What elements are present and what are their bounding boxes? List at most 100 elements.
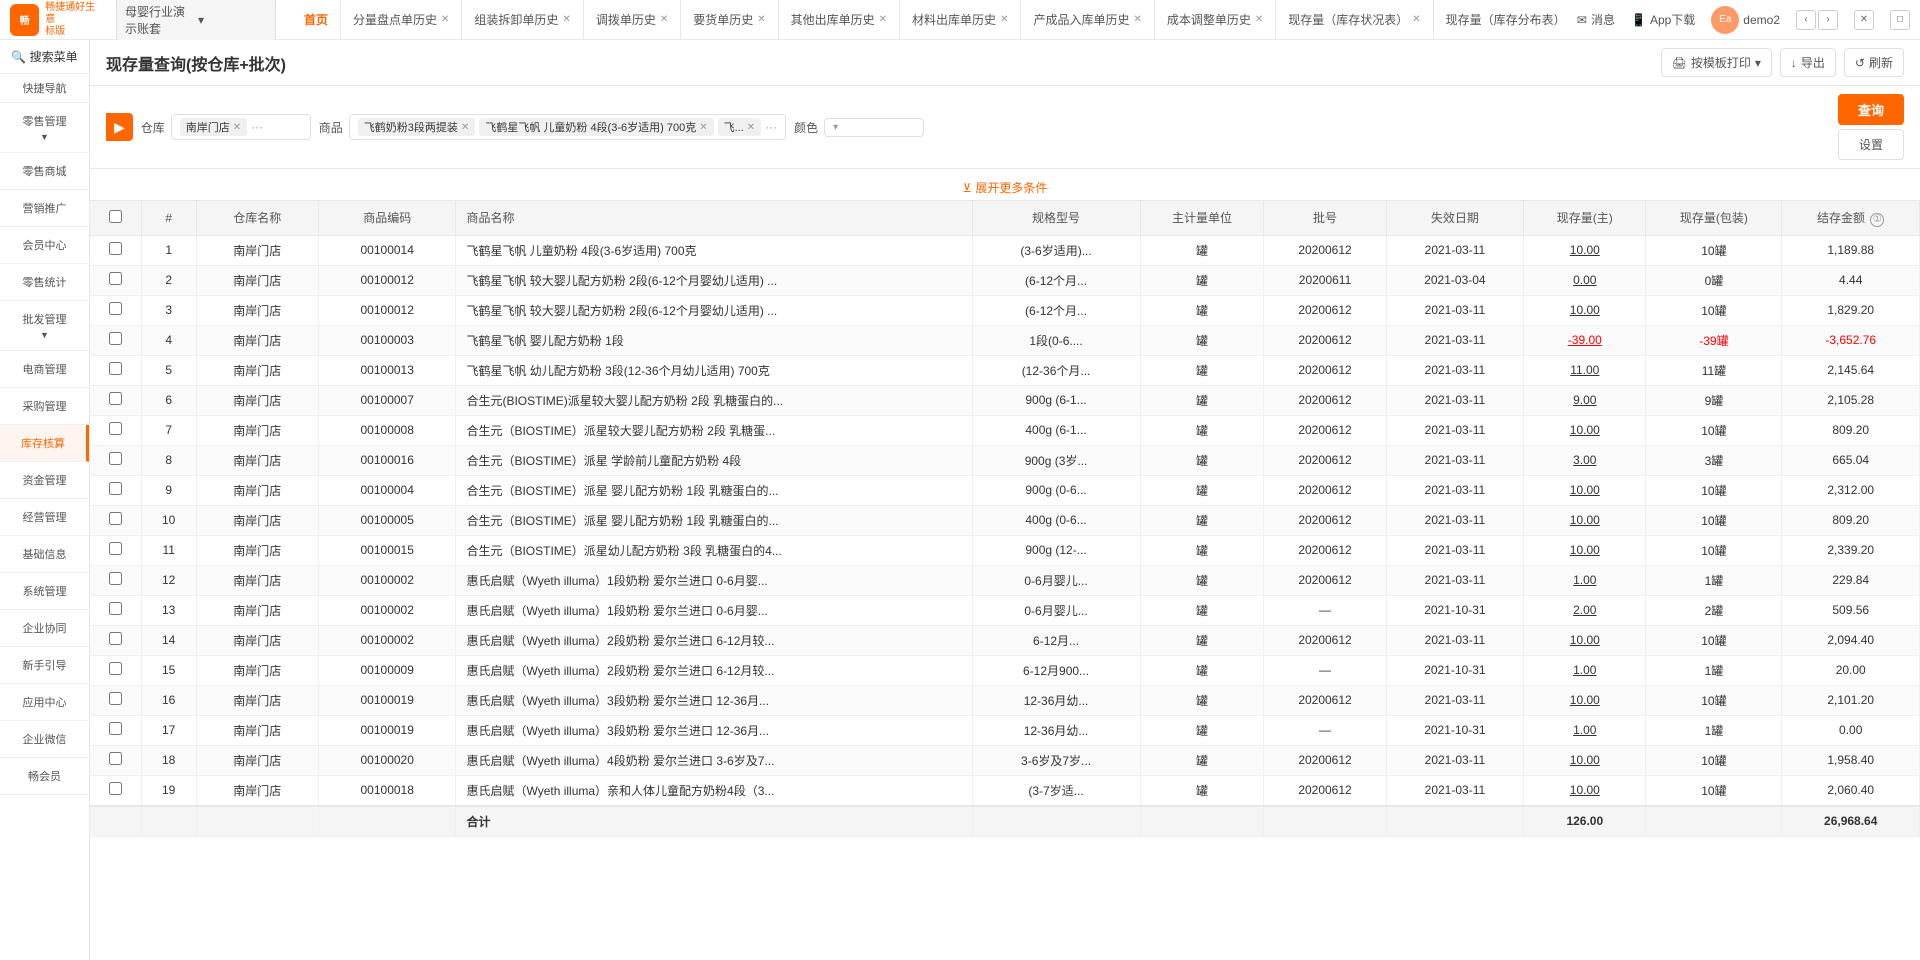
sidebar-item-批发管理[interactable]: 批发管理▼ xyxy=(0,301,89,351)
cell-qty-main[interactable]: 10.00 xyxy=(1524,295,1646,325)
product-tag-2-close[interactable]: ✕ xyxy=(699,122,707,133)
color-filter-input[interactable]: ▾ xyxy=(824,118,924,137)
prev-arrow-btn[interactable]: ‹ xyxy=(1796,10,1816,30)
tab-close-btn[interactable]: ✕ xyxy=(757,14,765,25)
sidebar-item-会员中心[interactable]: 会员中心 xyxy=(0,227,89,264)
cell-qty-main[interactable]: 10.00 xyxy=(1524,505,1646,535)
sidebar-item-电商管理[interactable]: 电商管理 xyxy=(0,351,89,388)
cell-checkbox[interactable] xyxy=(90,625,141,655)
cell-checkbox[interactable] xyxy=(90,655,141,685)
balance-info-icon[interactable]: ① xyxy=(1870,213,1884,227)
sidebar-search[interactable]: 🔍 搜索菜单 xyxy=(0,40,89,74)
sidebar-item-库存核算[interactable]: 库存核算 xyxy=(0,425,89,462)
cell-qty-main[interactable]: 0.00 xyxy=(1524,265,1646,295)
sidebar-item-畅会员[interactable]: 畅会员 xyxy=(0,758,89,795)
sidebar-item-企业协同[interactable]: 企业协同 xyxy=(0,610,89,647)
select-all-checkbox[interactable] xyxy=(109,210,122,223)
cell-checkbox[interactable] xyxy=(90,385,141,415)
product-tag-1-close[interactable]: ✕ xyxy=(461,122,469,133)
next-arrow-btn[interactable]: › xyxy=(1818,10,1838,30)
sidebar-item-零售统计[interactable]: 零售统计 xyxy=(0,264,89,301)
sidebar-item-资金管理[interactable]: 资金管理 xyxy=(0,462,89,499)
cell-checkbox[interactable] xyxy=(90,565,141,595)
sidebar-item-零售商城[interactable]: 零售商城 xyxy=(0,153,89,190)
top-tab-要货单历史[interactable]: 要货单历史✕ xyxy=(681,0,778,40)
cell-qty-main[interactable]: 11.00 xyxy=(1524,355,1646,385)
sidebar-item-采购管理[interactable]: 采购管理 xyxy=(0,388,89,425)
top-tab-其他出库单历史[interactable]: 其他出库单历史✕ xyxy=(779,0,900,40)
warehouse-filter-tags[interactable]: 南岸门店 ✕ ··· xyxy=(171,114,311,140)
tab-close-btn[interactable]: ✕ xyxy=(879,14,887,25)
settings-button[interactable]: 设置 xyxy=(1838,129,1904,160)
top-tab-分量盘点单历史[interactable]: 分量盘点单历史✕ xyxy=(341,0,462,40)
warehouse-tag-close[interactable]: ✕ xyxy=(233,122,241,133)
cell-qty-main[interactable]: 2.00 xyxy=(1524,595,1646,625)
cell-qty-main[interactable]: 10.00 xyxy=(1524,535,1646,565)
cell-checkbox[interactable] xyxy=(90,235,141,265)
sidebar-item-企业微信[interactable]: 企业微信 xyxy=(0,721,89,758)
tab-close-btn[interactable]: ✕ xyxy=(1412,14,1420,25)
cell-qty-main[interactable]: 1.00 xyxy=(1524,715,1646,745)
cell-qty-main[interactable]: 10.00 xyxy=(1524,415,1646,445)
tab-close-btn[interactable]: ✕ xyxy=(1133,14,1141,25)
cell-qty-main[interactable]: 9.00 xyxy=(1524,385,1646,415)
cell-qty-main[interactable]: -39.00 xyxy=(1524,325,1646,355)
sidebar-item-营销推广[interactable]: 营销推广 xyxy=(0,190,89,227)
tab-close-btn[interactable]: ✕ xyxy=(1255,14,1263,25)
cell-checkbox[interactable] xyxy=(90,355,141,385)
cell-checkbox[interactable] xyxy=(90,775,141,806)
top-tab-材料出库单历史[interactable]: 材料出库单历史✕ xyxy=(900,0,1021,40)
cell-qty-main[interactable]: 10.00 xyxy=(1524,745,1646,775)
cell-qty-main[interactable]: 10.00 xyxy=(1524,475,1646,505)
cell-qty-main[interactable]: 3.00 xyxy=(1524,445,1646,475)
top-tab-现存量（库存分布表）[interactable]: 现存量（库存分布表）✕ xyxy=(1434,0,1561,40)
sidebar-item-零售管理[interactable]: 零售管理▼ xyxy=(0,103,89,153)
top-tab-现存量（库存状况表）[interactable]: 现存量（库存状况表）✕ xyxy=(1276,0,1433,40)
cell-checkbox[interactable] xyxy=(90,295,141,325)
tab-close-btn[interactable]: ✕ xyxy=(1000,14,1008,25)
top-tab-调拨单历史[interactable]: 调拨单历史✕ xyxy=(584,0,681,40)
message-nav[interactable]: ✉ 消息 xyxy=(1577,11,1615,28)
template-print-button[interactable]: 🖨 按模板打印 ▾ xyxy=(1661,48,1772,77)
maximize-btn[interactable]: □ xyxy=(1890,10,1910,30)
tab-close-btn[interactable]: ✕ xyxy=(660,14,668,25)
refresh-button[interactable]: ↺ 刷新 xyxy=(1844,48,1904,77)
top-tab-产成品入库单历史[interactable]: 产成品入库单历史✕ xyxy=(1021,0,1154,40)
cell-checkbox[interactable] xyxy=(90,685,141,715)
store-selector[interactable]: 母婴行业演示账套 ▾ xyxy=(116,0,276,42)
close-tab-btn[interactable]: ✕ xyxy=(1854,10,1874,30)
filter-toggle-btn[interactable]: ▶ xyxy=(106,113,133,141)
top-tab-首页[interactable]: 首页 xyxy=(292,0,341,40)
user-nav[interactable]: Ea demo2 xyxy=(1711,6,1780,34)
cell-checkbox[interactable] xyxy=(90,325,141,355)
cell-checkbox[interactable] xyxy=(90,715,141,745)
warehouse-filter-dots[interactable]: ··· xyxy=(251,120,263,134)
top-tab-组装拆卸单历史[interactable]: 组装拆卸单历史✕ xyxy=(462,0,583,40)
product-filter-tags[interactable]: 飞鹤奶粉3段两提装 ✕ 飞鹤星飞帆 儿童奶粉 4段(3-6岁适用) 700克 ✕… xyxy=(349,114,786,140)
tab-close-btn[interactable]: ✕ xyxy=(441,14,449,25)
cell-qty-main[interactable]: 10.00 xyxy=(1524,235,1646,265)
sidebar-quick-nav[interactable]: 快捷导航 xyxy=(0,74,89,103)
sidebar-item-应用中心[interactable]: 应用中心 xyxy=(0,684,89,721)
cell-checkbox[interactable] xyxy=(90,595,141,625)
product-filter-dots[interactable]: ··· xyxy=(765,120,777,134)
cell-checkbox[interactable] xyxy=(90,445,141,475)
cell-checkbox[interactable] xyxy=(90,415,141,445)
product-tag-3-close[interactable]: ✕ xyxy=(747,122,755,133)
cell-checkbox[interactable] xyxy=(90,745,141,775)
cell-qty-main[interactable]: 1.00 xyxy=(1524,565,1646,595)
sidebar-item-经营管理[interactable]: 经营管理 xyxy=(0,499,89,536)
query-button[interactable]: 查询 xyxy=(1838,94,1904,125)
expand-more-btn[interactable]: ⊻ 展开更多条件 xyxy=(963,179,1048,196)
cell-checkbox[interactable] xyxy=(90,475,141,505)
top-tab-成本调整单历史[interactable]: 成本调整单历史✕ xyxy=(1155,0,1276,40)
app-download-nav[interactable]: 📱 App下载 xyxy=(1631,11,1695,28)
export-button[interactable]: ↓ 导出 xyxy=(1780,48,1836,77)
sidebar-item-基础信息[interactable]: 基础信息 xyxy=(0,536,89,573)
sidebar-item-新手引导[interactable]: 新手引导 xyxy=(0,647,89,684)
cell-checkbox[interactable] xyxy=(90,535,141,565)
cell-checkbox[interactable] xyxy=(90,265,141,295)
tab-close-btn[interactable]: ✕ xyxy=(562,14,570,25)
sidebar-item-系统管理[interactable]: 系统管理 xyxy=(0,573,89,610)
cell-qty-main[interactable]: 10.00 xyxy=(1524,685,1646,715)
